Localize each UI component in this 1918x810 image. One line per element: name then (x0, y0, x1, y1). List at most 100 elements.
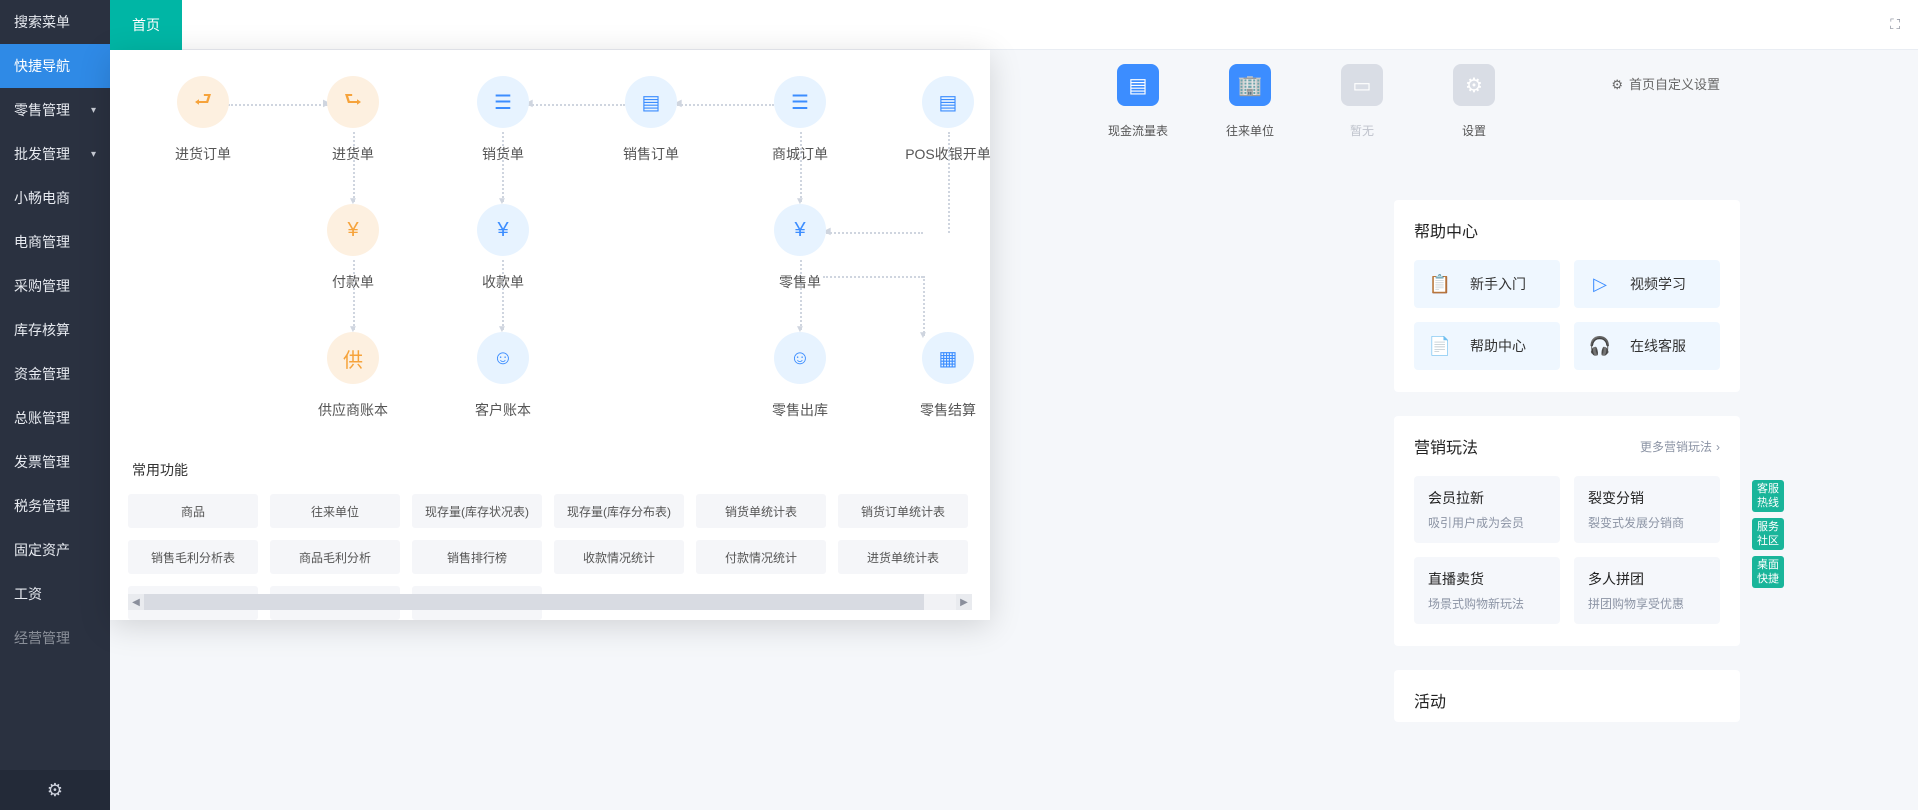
flow-node-retail-out[interactable]: ☺零售出库 (725, 332, 875, 420)
scroll-track[interactable] (144, 594, 956, 610)
flow-node-supplier-ledger[interactable]: 供供应商账本 (278, 332, 428, 420)
flow-node-payment[interactable]: ¥付款单 (278, 204, 428, 292)
promo-fission[interactable]: 裂变分销裂变式发展分销商 (1574, 476, 1720, 543)
calendar-icon: ▦ (922, 332, 974, 384)
flyout-hscrollbar[interactable]: ◀ ▶ (128, 594, 972, 610)
placeholder-icon: ▭ (1341, 64, 1383, 106)
flow-node-sale[interactable]: ☰销货单 (428, 76, 578, 164)
tool-empty: ▭暂无 (1334, 64, 1390, 139)
tool-settings[interactable]: ⚙设置 (1446, 64, 1502, 139)
fn-purchase-stat[interactable]: 进货单统计表 (838, 540, 968, 574)
sidebar-item-xiaochang[interactable]: 小畅电商 (0, 176, 110, 220)
fn-sale-order-stat[interactable]: 销货订单统计表 (838, 494, 968, 528)
sidebar-item-ledger[interactable]: 总账管理 (0, 396, 110, 440)
fn-payment-stat[interactable]: 付款情况统计 (696, 540, 826, 574)
flow-node-purchase-order[interactable]: ⮐进货订单 (128, 76, 278, 164)
promo-card: 营销玩法 更多营销玩法› 会员拉新吸引用户成为会员 裂变分销裂变式发展分销商 直… (1394, 416, 1740, 646)
scroll-thumb[interactable] (144, 594, 924, 610)
flow-node-sale-order[interactable]: ▤销售订单 (576, 76, 726, 164)
help-btn-beginner[interactable]: 📋新手入门 (1414, 260, 1560, 308)
sidebar: 搜索菜单 快捷导航 零售管理▾ 批发管理▾ 小畅电商 电商管理 采购管理 库存核… (0, 0, 110, 810)
fn-margin-goods[interactable]: 商品毛利分析 (270, 540, 400, 574)
activity-card: 活动 (1394, 670, 1740, 722)
sidebar-item-wholesale[interactable]: 批发管理▾ (0, 132, 110, 176)
fn-stock-dist[interactable]: 现存量(库存分布表) (554, 494, 684, 528)
sidebar-item-ecommerce[interactable]: 电商管理 (0, 220, 110, 264)
scroll-left-icon[interactable]: ◀ (128, 594, 144, 610)
fn-sale-stat[interactable]: 销货单统计表 (696, 494, 826, 528)
contact-icon: ☺ (477, 332, 529, 384)
doc-icon: ▤ (625, 76, 677, 128)
sidebar-item-asset[interactable]: 固定资产 (0, 528, 110, 572)
sidebar-item-quicknav[interactable]: 快捷导航 (0, 44, 110, 88)
help-btn-support[interactable]: 🎧在线客服 (1574, 322, 1720, 370)
help-card-title: 帮助中心 (1414, 218, 1478, 242)
sidebar-item-search[interactable]: 搜索菜单 (0, 0, 110, 44)
help-btn-center[interactable]: 📄帮助中心 (1414, 322, 1560, 370)
tab-home[interactable]: 首页 (110, 0, 182, 50)
promo-card-title: 营销玩法 (1414, 434, 1478, 458)
tool-partners[interactable]: 🏢往来单位 (1222, 64, 1278, 139)
video-icon: ▷ (1588, 272, 1612, 296)
help-card: 帮助中心 📋新手入门 ▷视频学习 📄帮助中心 🎧在线客服 (1394, 200, 1740, 392)
float-community[interactable]: 服务社区 (1752, 518, 1784, 550)
sidebar-item-finance[interactable]: 资金管理 (0, 352, 110, 396)
money-icon: ¥ (477, 204, 529, 256)
gear-icon[interactable]: ⚙ (0, 770, 110, 810)
doc-icon: 📄 (1428, 334, 1452, 358)
money-icon: ¥ (774, 204, 826, 256)
common-fn-title: 常用功能 (132, 460, 972, 480)
tool-row: ▤现金流量表 🏢往来单位 ▭暂无 ⚙设置 (1110, 64, 1502, 139)
flow-node-receipt[interactable]: ¥收款单 (428, 204, 578, 292)
fn-partners[interactable]: 往来单位 (270, 494, 400, 528)
quicknav-flyout: ▶ ◀ ◀ ▼ ▼ ▼ ▼ ▼ ▼ ◀ ▼ ⮐进货订单 ⮑进货单 ☰销货单 ▤销… (110, 50, 990, 620)
book-icon: 📋 (1428, 272, 1452, 296)
arrow (923, 276, 925, 336)
sidebar-item-salary[interactable]: 工资 (0, 572, 110, 616)
gear-icon: ⚙ (1453, 64, 1495, 106)
sidebar-item-ops[interactable]: 经营管理 (0, 616, 110, 660)
flow-node-pos[interactable]: ▤POS收银开单 (873, 76, 1023, 164)
flow-node-mall-order[interactable]: ☰商城订单 (725, 76, 875, 164)
scroll-right-icon[interactable]: ▶ (956, 594, 972, 610)
building-icon: 🏢 (1229, 64, 1271, 106)
tool-cashflow[interactable]: ▤现金流量表 (1110, 64, 1166, 139)
promo-member[interactable]: 会员拉新吸引用户成为会员 (1414, 476, 1560, 543)
fullscreen-icon[interactable]: ⛶ (1890, 16, 1900, 33)
fn-goods[interactable]: 商品 (128, 494, 258, 528)
help-btn-video[interactable]: ▷视频学习 (1574, 260, 1720, 308)
float-desktop[interactable]: 桌面快捷 (1752, 556, 1784, 588)
fn-sale-rank[interactable]: 销售排行榜 (412, 540, 542, 574)
ledger-icon: 供 (327, 332, 379, 384)
sidebar-item-purchase[interactable]: 采购管理 (0, 264, 110, 308)
caret-down-icon: ▾ (91, 149, 96, 160)
float-hotline[interactable]: 客服热线 (1752, 480, 1784, 512)
sidebar-item-invoice[interactable]: 发票管理 (0, 440, 110, 484)
promo-more-link[interactable]: 更多营销玩法› (1640, 438, 1720, 455)
list-icon: ☰ (477, 76, 529, 128)
report-icon: ▤ (1117, 64, 1159, 106)
doc-in-icon: ⮐ (177, 76, 229, 128)
customize-link[interactable]: ⚙首页自定义设置 (1611, 74, 1720, 93)
flow-node-retail[interactable]: ¥零售单 (725, 204, 875, 292)
flow-node-customer-ledger[interactable]: ☺客户账本 (428, 332, 578, 420)
fn-stock-status[interactable]: 现存量(库存状况表) (412, 494, 542, 528)
promo-live[interactable]: 直播卖货场景式购物新玩法 (1414, 557, 1560, 624)
flow-node-purchase[interactable]: ⮑进货单 (278, 76, 428, 164)
money-icon: ¥ (327, 204, 379, 256)
sidebar-item-inventory[interactable]: 库存核算 (0, 308, 110, 352)
promo-group[interactable]: 多人拼团拼团购物享受优惠 (1574, 557, 1720, 624)
float-buttons: 客服热线 服务社区 桌面快捷 (1752, 480, 1784, 588)
list-icon: ☰ (774, 76, 826, 128)
outbound-icon: ☺ (774, 332, 826, 384)
fn-receipt-stat[interactable]: 收款情况统计 (554, 540, 684, 574)
flow-diagram: ▶ ◀ ◀ ▼ ▼ ▼ ▼ ▼ ▼ ◀ ▼ ⮐进货订单 ⮑进货单 ☰销货单 ▤销… (128, 76, 972, 460)
sidebar-item-tax[interactable]: 税务管理 (0, 484, 110, 528)
caret-down-icon: ▾ (91, 105, 96, 116)
activity-card-title: 活动 (1414, 688, 1720, 712)
flow-node-retail-settle[interactable]: ▦零售结算 (873, 332, 1023, 420)
support-icon: 🎧 (1588, 334, 1612, 358)
sidebar-item-retail[interactable]: 零售管理▾ (0, 88, 110, 132)
fn-margin-sale[interactable]: 销售毛利分析表 (128, 540, 258, 574)
topbar: 首页 ⛶ (110, 0, 1918, 50)
